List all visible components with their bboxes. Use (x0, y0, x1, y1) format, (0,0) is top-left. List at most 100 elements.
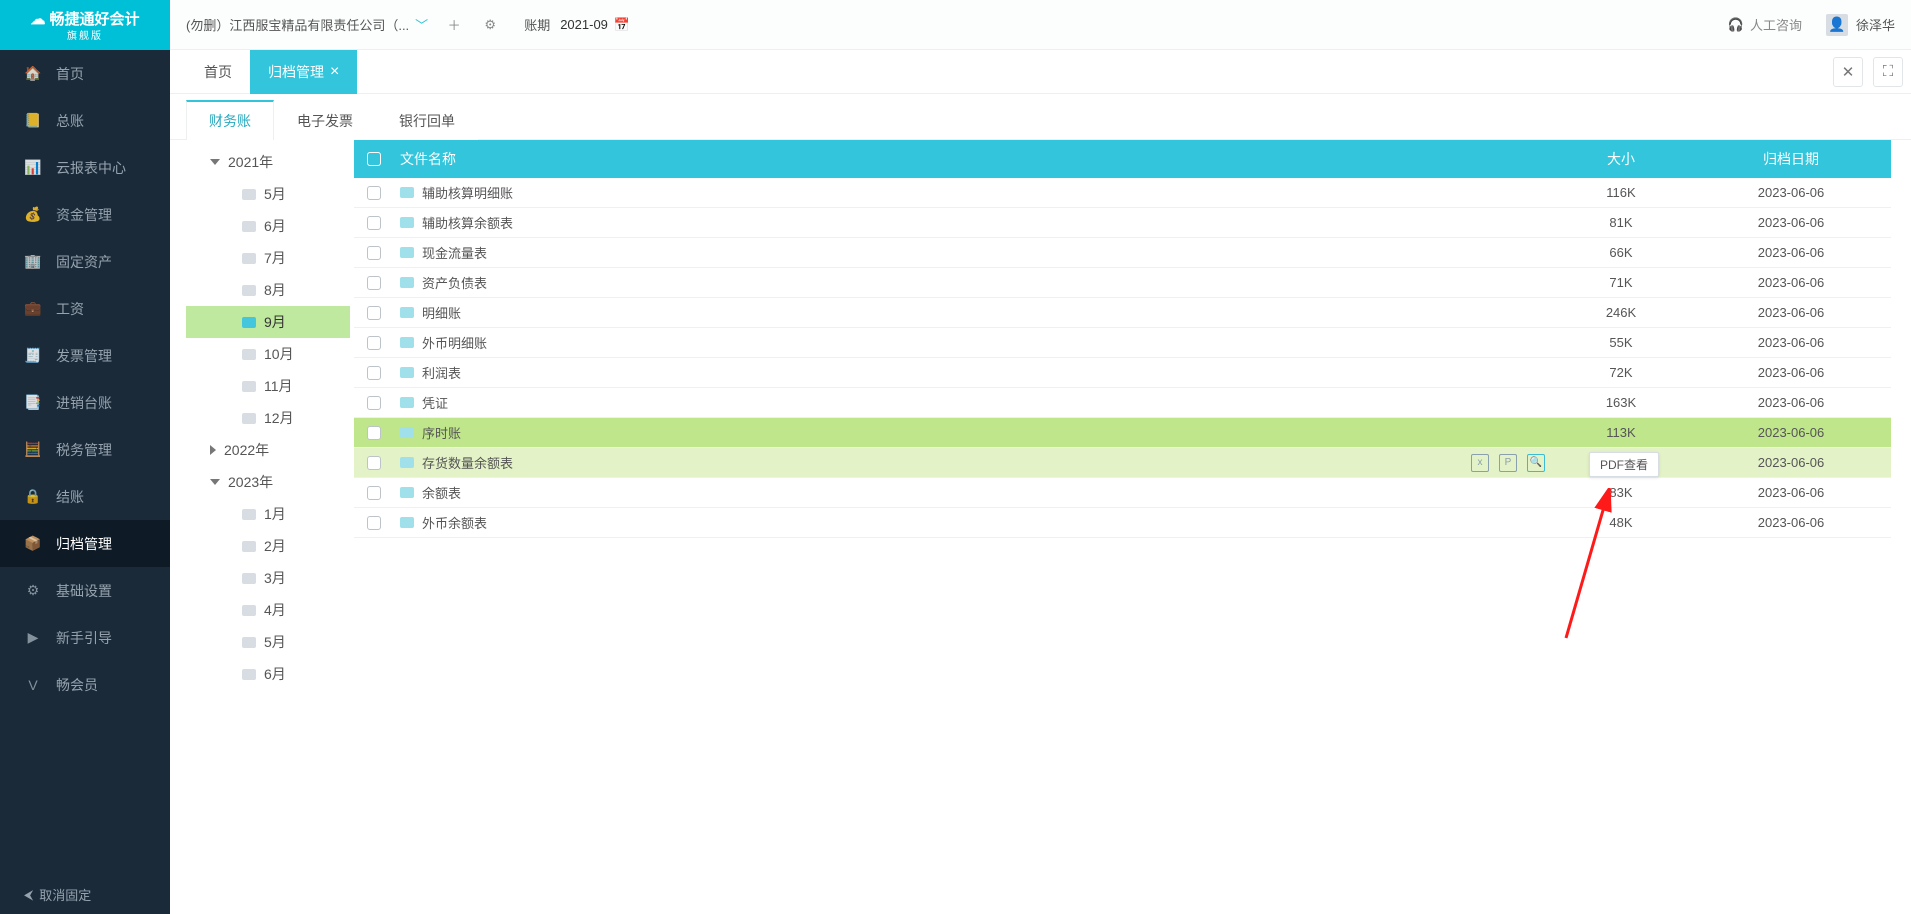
row-checkbox[interactable] (367, 366, 381, 380)
col-header-name[interactable]: 文件名称 (394, 149, 1551, 169)
cancel-pin-button[interactable]: ⮜ 取消固定 (24, 885, 91, 904)
nav-icon: 🧮 (24, 441, 42, 459)
table-row[interactable]: 辅助核算余额表 81K 2023-06-06 (354, 208, 1891, 238)
settings-top-button[interactable]: ⚙ (476, 11, 504, 39)
nav-item-0[interactable]: 🏠首页 (0, 50, 170, 97)
row-checkbox[interactable] (367, 246, 381, 260)
nav-item-8[interactable]: 🧮税务管理 (0, 426, 170, 473)
table-row[interactable]: 外币明细账 55K 2023-06-06 (354, 328, 1891, 358)
file-date: 2023-06-06 (1691, 455, 1891, 470)
nav-item-5[interactable]: 💼工资 (0, 285, 170, 332)
month-label: 2月 (264, 536, 286, 556)
nav-item-2[interactable]: 📊云报表中心 (0, 144, 170, 191)
table-row[interactable]: 序时账 113K 2023-06-06 (354, 418, 1891, 448)
folder-icon (242, 541, 256, 552)
tree-month[interactable]: 8月 (186, 274, 350, 306)
tree-month[interactable]: 9月 (186, 306, 350, 338)
tree-month[interactable]: 2月 (186, 530, 350, 562)
calendar-icon[interactable]: 📅 (614, 17, 630, 33)
tree-month[interactable]: 6月 (186, 658, 350, 690)
row-checkbox[interactable] (367, 426, 381, 440)
nav-item-1[interactable]: 📒总账 (0, 97, 170, 144)
row-checkbox[interactable] (367, 456, 381, 470)
folder-icon (242, 637, 256, 648)
nav-item-10[interactable]: 📦归档管理 (0, 520, 170, 567)
folder-icon (400, 397, 414, 408)
close-all-button[interactable]: ✕ (1833, 57, 1863, 87)
nav-item-7[interactable]: 📑进销台账 (0, 379, 170, 426)
row-checkbox[interactable] (367, 306, 381, 320)
row-actions: x P 🔍 (1471, 448, 1545, 477)
row-checkbox[interactable] (367, 276, 381, 290)
col-header-size[interactable]: 大小 (1551, 149, 1691, 169)
file-date: 2023-06-06 (1691, 335, 1891, 350)
row-checkbox[interactable] (367, 486, 381, 500)
tree-month[interactable]: 12月 (186, 402, 350, 434)
nav-label: 固定资产 (56, 252, 112, 272)
tree-month[interactable]: 6月 (186, 210, 350, 242)
row-checkbox[interactable] (367, 186, 381, 200)
close-icon[interactable]: × (330, 64, 339, 80)
year-label: 2023年 (228, 472, 273, 492)
table-row[interactable]: 辅助核算明细账 116K 2023-06-06 (354, 178, 1891, 208)
table-row[interactable]: 明细账 246K 2023-06-06 (354, 298, 1891, 328)
nav-item-3[interactable]: 💰资金管理 (0, 191, 170, 238)
tree-month[interactable]: 4月 (186, 594, 350, 626)
add-button[interactable]: ＋ (440, 11, 468, 39)
brand-logo: ☁ 畅捷通好会计 旗舰版 (0, 0, 170, 50)
table-row[interactable]: 现金流量表 66K 2023-06-06 (354, 238, 1891, 268)
month-label: 7月 (264, 248, 286, 268)
tab-home[interactable]: 首页 (186, 50, 250, 94)
brand-edition: 旗舰版 (67, 27, 103, 42)
nav-item-12[interactable]: ▶新手引导 (0, 614, 170, 661)
table-row[interactable]: 外币余额表 48K 2023-06-06 (354, 508, 1891, 538)
table-row[interactable]: 余额表 83K 2023-06-06 (354, 478, 1891, 508)
period-value[interactable]: 2021-09 (560, 17, 608, 32)
support-button[interactable]: 🎧 人工咨询 (1728, 15, 1802, 34)
nav-item-9[interactable]: 🔒结账 (0, 473, 170, 520)
col-header-date[interactable]: 归档日期 (1691, 149, 1891, 169)
file-name: 明细账 (422, 306, 461, 321)
nav-item-4[interactable]: 🏢固定资产 (0, 238, 170, 285)
user-menu[interactable]: 👤 徐泽华 (1826, 14, 1895, 36)
tree-month[interactable]: 10月 (186, 338, 350, 370)
month-label: 12月 (264, 408, 294, 428)
file-name: 余额表 (422, 486, 461, 501)
table-row[interactable]: 凭证 163K 2023-06-06 (354, 388, 1891, 418)
year-label: 2022年 (224, 440, 269, 460)
tree-year-2021[interactable]: 2021年 (186, 146, 350, 178)
tab-archive[interactable]: 归档管理 × (250, 50, 357, 94)
tree-month[interactable]: 7月 (186, 242, 350, 274)
file-size: 246K (1551, 305, 1691, 320)
company-selector[interactable]: (勿删）江西服宝精品有限责任公司（... ﹀ (186, 15, 428, 34)
tree-month[interactable]: 5月 (186, 178, 350, 210)
tree-year-2022[interactable]: 2022年 (186, 434, 350, 466)
subtab-finance[interactable]: 财务账 (186, 100, 274, 140)
nav-item-11[interactable]: ⚙基础设置 (0, 567, 170, 614)
fullscreen-button[interactable]: ⛶ (1873, 57, 1903, 87)
table-row[interactable]: 资产负债表 71K 2023-06-06 (354, 268, 1891, 298)
subtab-einvoice[interactable]: 电子发票 (274, 100, 376, 140)
tree-month[interactable]: 5月 (186, 626, 350, 658)
row-checkbox[interactable] (367, 396, 381, 410)
month-label: 9月 (264, 312, 286, 332)
nav-item-13[interactable]: V畅会员 (0, 661, 170, 708)
row-checkbox[interactable] (367, 336, 381, 350)
table-row[interactable]: 存货数量余额表 2K 2023-06-06 x P 🔍 PDF查看 (354, 448, 1891, 478)
table-row[interactable]: 利润表 72K 2023-06-06 (354, 358, 1891, 388)
folder-icon (242, 317, 256, 328)
file-name: 辅助核算余额表 (422, 216, 513, 231)
tree-month[interactable]: 11月 (186, 370, 350, 402)
download-pdf-icon[interactable]: P (1499, 454, 1517, 472)
tree-year-2023[interactable]: 2023年 (186, 466, 350, 498)
row-checkbox[interactable] (367, 516, 381, 530)
nav-item-6[interactable]: 🧾发票管理 (0, 332, 170, 379)
tree-month[interactable]: 1月 (186, 498, 350, 530)
subtab-bank[interactable]: 银行回单 (376, 100, 478, 140)
pdf-view-icon[interactable]: 🔍 (1527, 454, 1545, 472)
brand-name: 畅捷通好会计 (49, 8, 139, 29)
tree-month[interactable]: 3月 (186, 562, 350, 594)
download-excel-icon[interactable]: x (1471, 454, 1489, 472)
row-checkbox[interactable] (367, 216, 381, 230)
select-all-checkbox[interactable] (367, 152, 381, 166)
